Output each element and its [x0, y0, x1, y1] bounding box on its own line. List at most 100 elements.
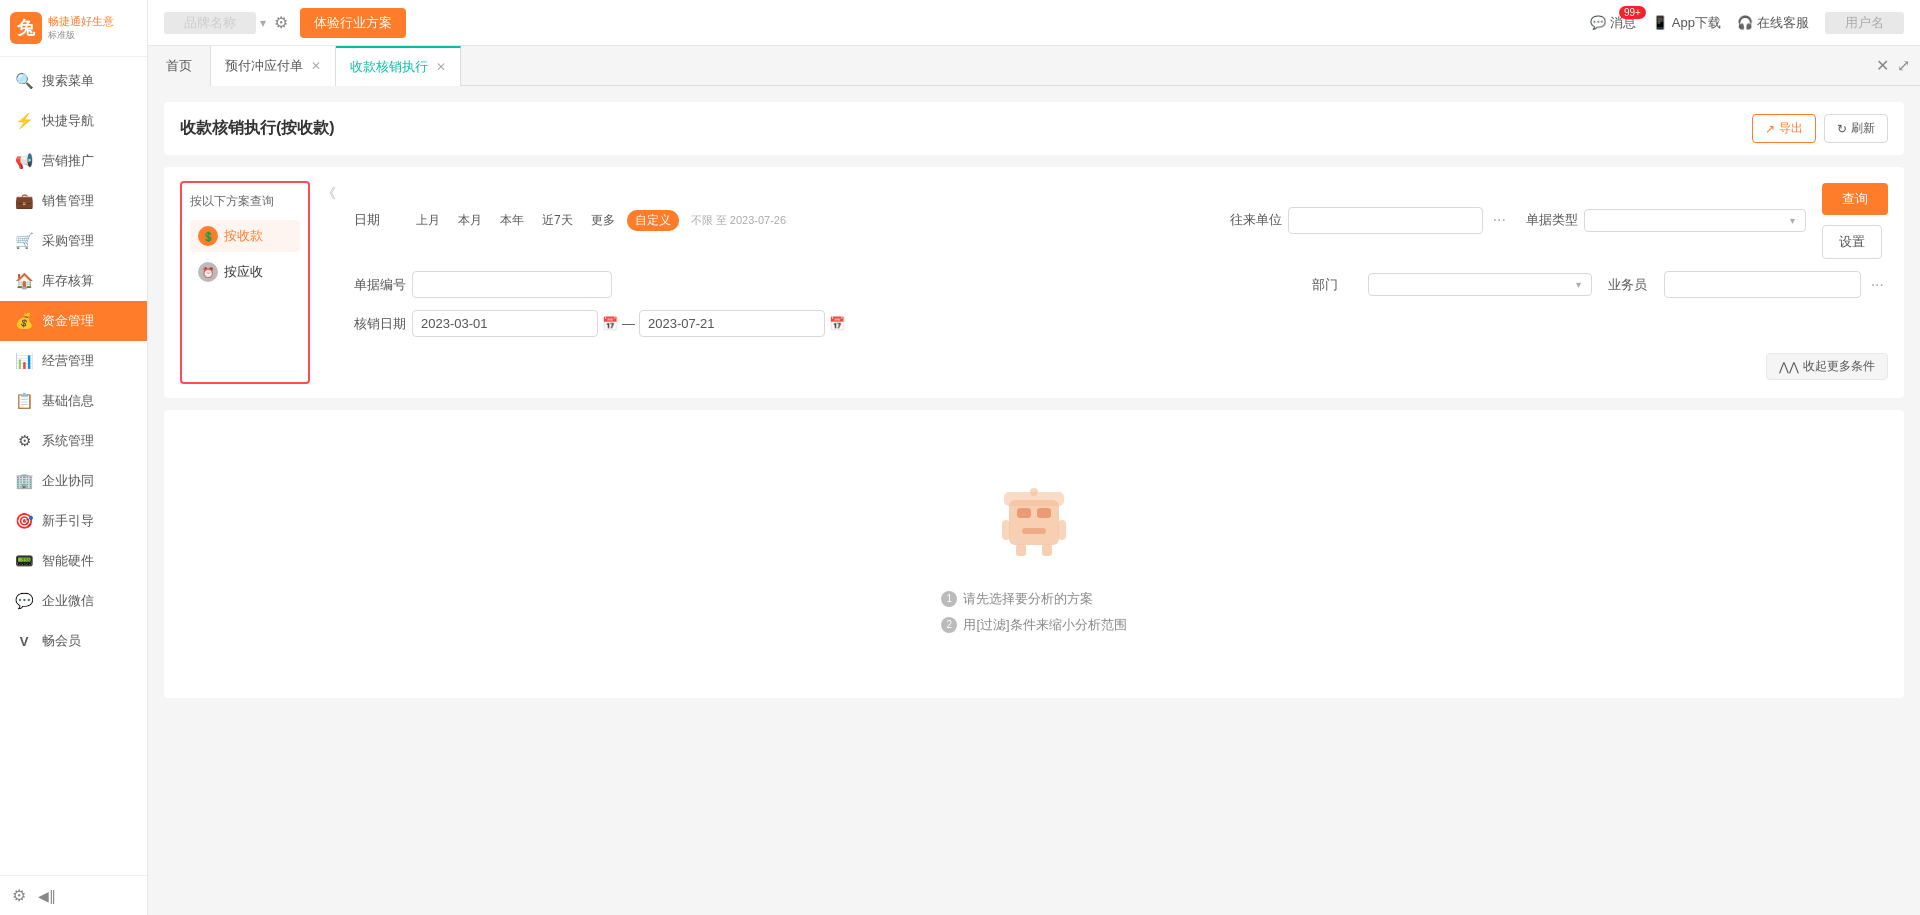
- svg-rect-0: [1009, 500, 1059, 545]
- tab-prepay-close-icon[interactable]: ✕: [311, 59, 321, 73]
- sidebar: 兔 畅捷通好生意 标准版 🔍 搜索菜单 ⚡ 快捷导航 📢 营销推广 💼 销售管理…: [0, 0, 148, 915]
- member-icon: V: [14, 631, 34, 651]
- filter-docno-field: 单据编号: [354, 271, 1296, 298]
- sidebar-label-quicknav: 快捷导航: [42, 112, 94, 130]
- setting-button[interactable]: 设置: [1822, 225, 1882, 259]
- calendar-start-icon[interactable]: 📅: [602, 316, 618, 331]
- refresh-button[interactable]: ↻ 刷新: [1824, 114, 1888, 143]
- filter-option-by-receivable[interactable]: ⏰ 按应收: [190, 256, 300, 288]
- staff-more-icon[interactable]: ···: [1867, 276, 1888, 294]
- industry-solution-button[interactable]: 体验行业方案: [300, 8, 406, 38]
- filter-row-3: 核销日期 📅 — 📅: [354, 310, 1888, 337]
- message-button[interactable]: 💬 消息 99+: [1590, 14, 1636, 32]
- sidebar-item-search[interactable]: 🔍 搜索菜单: [0, 61, 147, 101]
- sidebar-label-business: 经营管理: [42, 352, 94, 370]
- user-profile[interactable]: 用户名: [1825, 12, 1904, 34]
- guide-icon: 🎯: [14, 511, 34, 531]
- tab-prepay-label: 预付冲应付单: [225, 57, 303, 75]
- sidebar-item-sales[interactable]: 💼 销售管理: [0, 181, 147, 221]
- date-label: 日期: [354, 211, 404, 229]
- filter-panel: 按以下方案查询 💲 按收款 ⏰ 按应收 《 日期: [164, 167, 1904, 398]
- date-btn-more[interactable]: 更多: [585, 210, 621, 231]
- dept-select[interactable]: ▾: [1368, 273, 1592, 296]
- date-range-sep: —: [622, 316, 635, 331]
- sidebar-item-basicinfo[interactable]: 📋 基础信息: [0, 381, 147, 421]
- sidebar-label-system: 系统管理: [42, 432, 94, 450]
- app-label: App下载: [1672, 14, 1721, 32]
- hardware-icon: 📟: [14, 551, 34, 571]
- search-menu-icon: 🔍: [14, 71, 34, 91]
- tab-verify[interactable]: 收款核销执行 ✕: [336, 46, 461, 86]
- service-label: 在线客服: [1757, 14, 1809, 32]
- page-title: 收款核销执行(按收款): [180, 118, 335, 139]
- filter-row-1: 日期 上月 本月 本年 近7天 更多 自定义 不限 至 2023-07-26 往…: [354, 181, 1888, 259]
- sidebar-footer: ⚙ ◀‖: [0, 875, 147, 915]
- collapse-sidebar-icon[interactable]: ◀‖: [38, 888, 56, 904]
- refresh-label: 刷新: [1851, 120, 1875, 137]
- sidebar-item-member[interactable]: V 畅会员: [0, 621, 147, 661]
- date-btn-7days[interactable]: 近7天: [536, 210, 579, 231]
- online-service-button[interactable]: 🎧 在线客服: [1737, 14, 1809, 32]
- tabbar: 首页 预付冲应付单 ✕ 收款核销执行 ✕ ✕ ⤢: [148, 46, 1920, 86]
- tab-verify-label: 收款核销执行: [350, 58, 428, 76]
- sidebar-item-purchase[interactable]: 🛒 采购管理: [0, 221, 147, 261]
- tab-prepay[interactable]: 预付冲应付单 ✕: [211, 46, 336, 86]
- settings-icon[interactable]: ⚙: [12, 886, 26, 905]
- collapse-more-button[interactable]: ⋀⋀ 收起更多条件: [1766, 353, 1888, 380]
- sidebar-item-system[interactable]: ⚙ 系统管理: [0, 421, 147, 461]
- topbar-gear-icon[interactable]: ⚙: [274, 13, 288, 32]
- sidebar-item-finance[interactable]: 💰 资金管理: [0, 301, 147, 341]
- tab-close-all-icon[interactable]: ✕: [1876, 56, 1889, 75]
- counterpart-label: 往来单位: [1230, 211, 1282, 229]
- topbar: 品牌名称 ▾ ⚙ 体验行业方案 💬 消息 99+ 📱 App下载 🎧 在线客服 …: [148, 0, 1920, 46]
- basicinfo-icon: 📋: [14, 391, 34, 411]
- filter-option-by-receipt[interactable]: 💲 按收款: [190, 220, 300, 252]
- content-area: 收款核销执行(按收款) ↗ 导出 ↻ 刷新 按以下方案查询 💲 按收款: [148, 86, 1920, 915]
- docno-input[interactable]: [412, 271, 612, 298]
- page-header: 收款核销执行(按收款) ↗ 导出 ↻ 刷新: [164, 102, 1904, 155]
- app-download-button[interactable]: 📱 App下载: [1652, 14, 1721, 32]
- quicknav-icon: ⚡: [14, 111, 34, 131]
- svg-rect-6: [1016, 544, 1026, 556]
- empty-illustration: [984, 470, 1084, 570]
- date-btn-custom[interactable]: 自定义: [627, 210, 679, 231]
- sidebar-label-purchase: 采购管理: [42, 232, 94, 250]
- query-button[interactable]: 查询: [1822, 183, 1888, 215]
- tip-text-1: 请先选择要分析的方案: [963, 586, 1093, 612]
- verify-date-start-input[interactable]: [412, 310, 598, 337]
- filter-date-field: 日期 上月 本月 本年 近7天 更多 自定义 不限 至 2023-07-26: [354, 210, 1214, 231]
- brand-name: 品牌名称: [164, 12, 256, 34]
- tab-verify-close-icon[interactable]: ✕: [436, 60, 446, 74]
- staff-input[interactable]: [1664, 271, 1861, 298]
- sidebar-item-inventory[interactable]: 🏠 库存核算: [0, 261, 147, 301]
- sidebar-item-wechat[interactable]: 💬 企业微信: [0, 581, 147, 621]
- export-button[interactable]: ↗ 导出: [1752, 114, 1816, 143]
- tab-fullscreen-icon[interactable]: ⤢: [1897, 56, 1910, 75]
- inventory-icon: 🏠: [14, 271, 34, 291]
- sidebar-item-business[interactable]: 📊 经营管理: [0, 341, 147, 381]
- date-btn-thisyear[interactable]: 本年: [494, 210, 530, 231]
- doctype-select[interactable]: ▾: [1584, 209, 1806, 232]
- calendar-end-icon[interactable]: 📅: [829, 316, 845, 331]
- brand-chevron-icon[interactable]: ▾: [260, 16, 266, 30]
- staff-label: 业务员: [1608, 276, 1658, 294]
- collapse-chevron-icon: ⋀⋀: [1779, 360, 1799, 374]
- date-quick-buttons: 上月 本月 本年 近7天 更多 自定义: [410, 210, 679, 231]
- sidebar-item-enterprise[interactable]: 🏢 企业协同: [0, 461, 147, 501]
- sidebar-item-marketing[interactable]: 📢 营销推广: [0, 141, 147, 181]
- svg-rect-3: [1022, 528, 1046, 534]
- collapse-more-label: 收起更多条件: [1803, 358, 1875, 375]
- business-icon: 📊: [14, 351, 34, 371]
- filter-option-receipt-label: 按收款: [224, 227, 263, 245]
- filter-collapse-arrow[interactable]: 《: [322, 181, 342, 384]
- tab-home[interactable]: 首页: [148, 46, 211, 86]
- sidebar-item-hardware[interactable]: 📟 智能硬件: [0, 541, 147, 581]
- sidebar-item-quicknav[interactable]: ⚡ 快捷导航: [0, 101, 147, 141]
- filter-dept-field: 部门 ▾: [1312, 273, 1592, 296]
- sidebar-item-guide[interactable]: 🎯 新手引导: [0, 501, 147, 541]
- counterpart-more-icon[interactable]: ···: [1489, 211, 1510, 229]
- counterpart-input[interactable]: [1288, 207, 1483, 234]
- date-btn-lastmonth[interactable]: 上月: [410, 210, 446, 231]
- verify-date-end-input[interactable]: [639, 310, 825, 337]
- date-btn-thismonth[interactable]: 本月: [452, 210, 488, 231]
